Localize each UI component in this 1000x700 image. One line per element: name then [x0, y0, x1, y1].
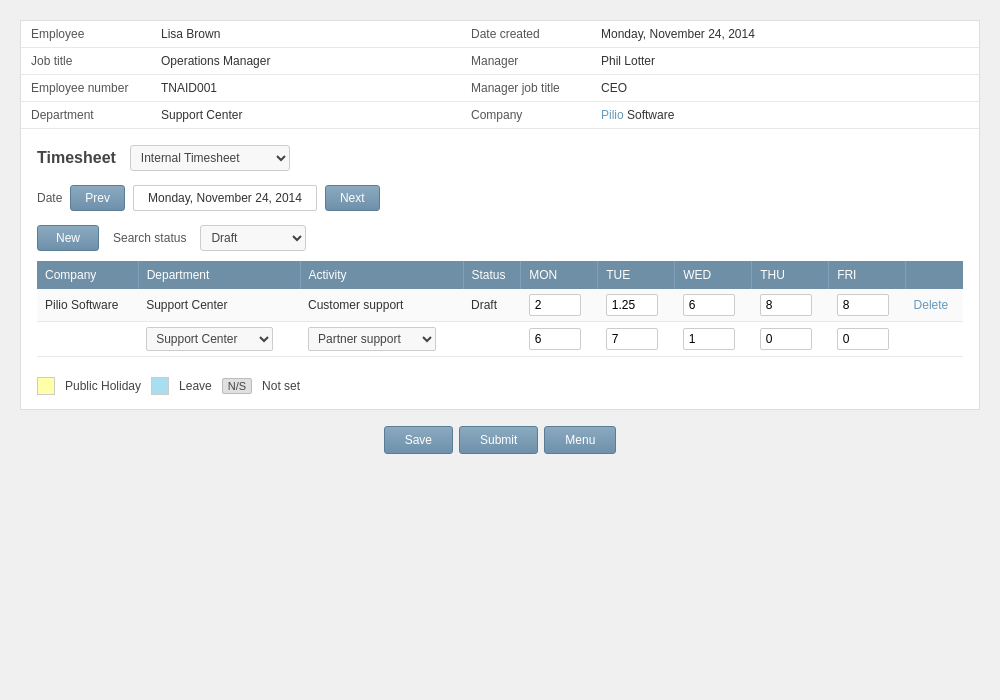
table-header: Company Department Activity Status MON T…: [37, 261, 963, 289]
new-button[interactable]: New: [37, 225, 99, 251]
legend-row: Public Holiday Leave N/S Not set: [37, 369, 963, 399]
cell-tue-2[interactable]: [598, 322, 675, 357]
input-mon-1[interactable]: [529, 294, 581, 316]
cell-company-2: [37, 322, 138, 357]
employee-info-table: Employee Lisa Brown Date created Monday,…: [21, 21, 979, 129]
delete-button-1[interactable]: Delete: [914, 298, 949, 312]
company-link[interactable]: Pilio: [601, 108, 624, 122]
cell-company-1: Pilio Software: [37, 289, 138, 322]
col-wed: WED: [675, 261, 752, 289]
input-tue-1[interactable]: [606, 294, 658, 316]
cell-thu-2[interactable]: [752, 322, 829, 357]
leave-legend-box: [151, 377, 169, 395]
department-select-2[interactable]: Support Center: [146, 327, 273, 351]
table-row: Support Center Partner support: [37, 322, 963, 357]
bottom-buttons: Save Submit Menu: [20, 410, 980, 474]
table-row: Pilio Software Support Center Customer s…: [37, 289, 963, 322]
value-department: Support Center: [151, 102, 461, 129]
cell-department-1: Support Center: [138, 289, 300, 322]
new-row: New Search status Draft Confirmed Done: [37, 225, 963, 251]
cell-status-2: [463, 322, 521, 357]
col-status: Status: [463, 261, 521, 289]
col-activity: Activity: [300, 261, 463, 289]
label-department: Department: [21, 102, 151, 129]
cell-status-1: Draft: [463, 289, 521, 322]
ns-badge: N/S: [222, 378, 252, 394]
cell-activity-2[interactable]: Partner support: [300, 322, 463, 357]
cell-tue-1[interactable]: [598, 289, 675, 322]
cell-wed-1[interactable]: [675, 289, 752, 322]
value-company: Pilio Software: [591, 102, 979, 129]
page-wrapper: Employee Lisa Brown Date created Monday,…: [0, 0, 1000, 700]
input-thu-1[interactable]: [760, 294, 812, 316]
input-wed-2[interactable]: [683, 328, 735, 350]
leave-legend-label: Leave: [179, 379, 212, 393]
timesheet-section: Timesheet Internal Timesheet Date Prev M…: [21, 129, 979, 409]
info-row-4: Department Support Center Company Pilio …: [21, 102, 979, 129]
label-manager: Manager: [461, 48, 591, 75]
cell-delete-2: [906, 322, 963, 357]
value-date-created: Monday, November 24, 2014: [591, 21, 979, 48]
table-body: Pilio Software Support Center Customer s…: [37, 289, 963, 357]
label-manager-job-title: Manager job title: [461, 75, 591, 102]
label-date-created: Date created: [461, 21, 591, 48]
label-job-title: Job title: [21, 48, 151, 75]
prev-button[interactable]: Prev: [70, 185, 125, 211]
cell-fri-1[interactable]: [829, 289, 906, 322]
col-department: Department: [138, 261, 300, 289]
company-suffix: Software: [624, 108, 675, 122]
value-employee: Lisa Brown: [151, 21, 461, 48]
save-button[interactable]: Save: [384, 426, 453, 454]
submit-button[interactable]: Submit: [459, 426, 538, 454]
holiday-legend-box: [37, 377, 55, 395]
input-mon-2[interactable]: [529, 328, 581, 350]
next-button[interactable]: Next: [325, 185, 380, 211]
input-fri-2[interactable]: [837, 328, 889, 350]
input-tue-2[interactable]: [606, 328, 658, 350]
menu-button[interactable]: Menu: [544, 426, 616, 454]
cell-delete-1[interactable]: Delete: [906, 289, 963, 322]
value-job-title: Operations Manager: [151, 48, 461, 75]
col-company: Company: [37, 261, 138, 289]
col-tue: TUE: [598, 261, 675, 289]
value-manager: Phil Lotter: [591, 48, 979, 75]
timesheet-header: Timesheet Internal Timesheet: [37, 145, 963, 171]
search-status-label: Search status: [113, 231, 186, 245]
current-date-display: Monday, November 24, 2014: [133, 185, 317, 211]
cell-fri-2[interactable]: [829, 322, 906, 357]
col-thu: THU: [752, 261, 829, 289]
cell-wed-2[interactable]: [675, 322, 752, 357]
holiday-legend-label: Public Holiday: [65, 379, 141, 393]
col-fri: FRI: [829, 261, 906, 289]
info-row-2: Job title Operations Manager Manager Phi…: [21, 48, 979, 75]
timesheet-table: Company Department Activity Status MON T…: [37, 261, 963, 357]
not-set-legend-label: Not set: [262, 379, 300, 393]
main-content: Employee Lisa Brown Date created Monday,…: [20, 20, 980, 410]
input-thu-2[interactable]: [760, 328, 812, 350]
activity-select-2[interactable]: Partner support: [308, 327, 436, 351]
timesheet-title: Timesheet: [37, 149, 116, 167]
label-employee: Employee: [21, 21, 151, 48]
date-label: Date: [37, 191, 62, 205]
cell-mon-1[interactable]: [521, 289, 598, 322]
label-company: Company: [461, 102, 591, 129]
cell-mon-2[interactable]: [521, 322, 598, 357]
cell-activity-1: Customer support: [300, 289, 463, 322]
cell-thu-1[interactable]: [752, 289, 829, 322]
col-actions: [906, 261, 963, 289]
date-row: Date Prev Monday, November 24, 2014 Next: [37, 185, 963, 211]
status-select[interactable]: Draft Confirmed Done: [200, 225, 306, 251]
value-employee-number: TNAID001: [151, 75, 461, 102]
input-fri-1[interactable]: [837, 294, 889, 316]
timesheet-type-select[interactable]: Internal Timesheet: [130, 145, 290, 171]
input-wed-1[interactable]: [683, 294, 735, 316]
value-manager-job-title: CEO: [591, 75, 979, 102]
info-row-3: Employee number TNAID001 Manager job tit…: [21, 75, 979, 102]
cell-department-2[interactable]: Support Center: [138, 322, 300, 357]
label-employee-number: Employee number: [21, 75, 151, 102]
col-mon: MON: [521, 261, 598, 289]
info-row-1: Employee Lisa Brown Date created Monday,…: [21, 21, 979, 48]
